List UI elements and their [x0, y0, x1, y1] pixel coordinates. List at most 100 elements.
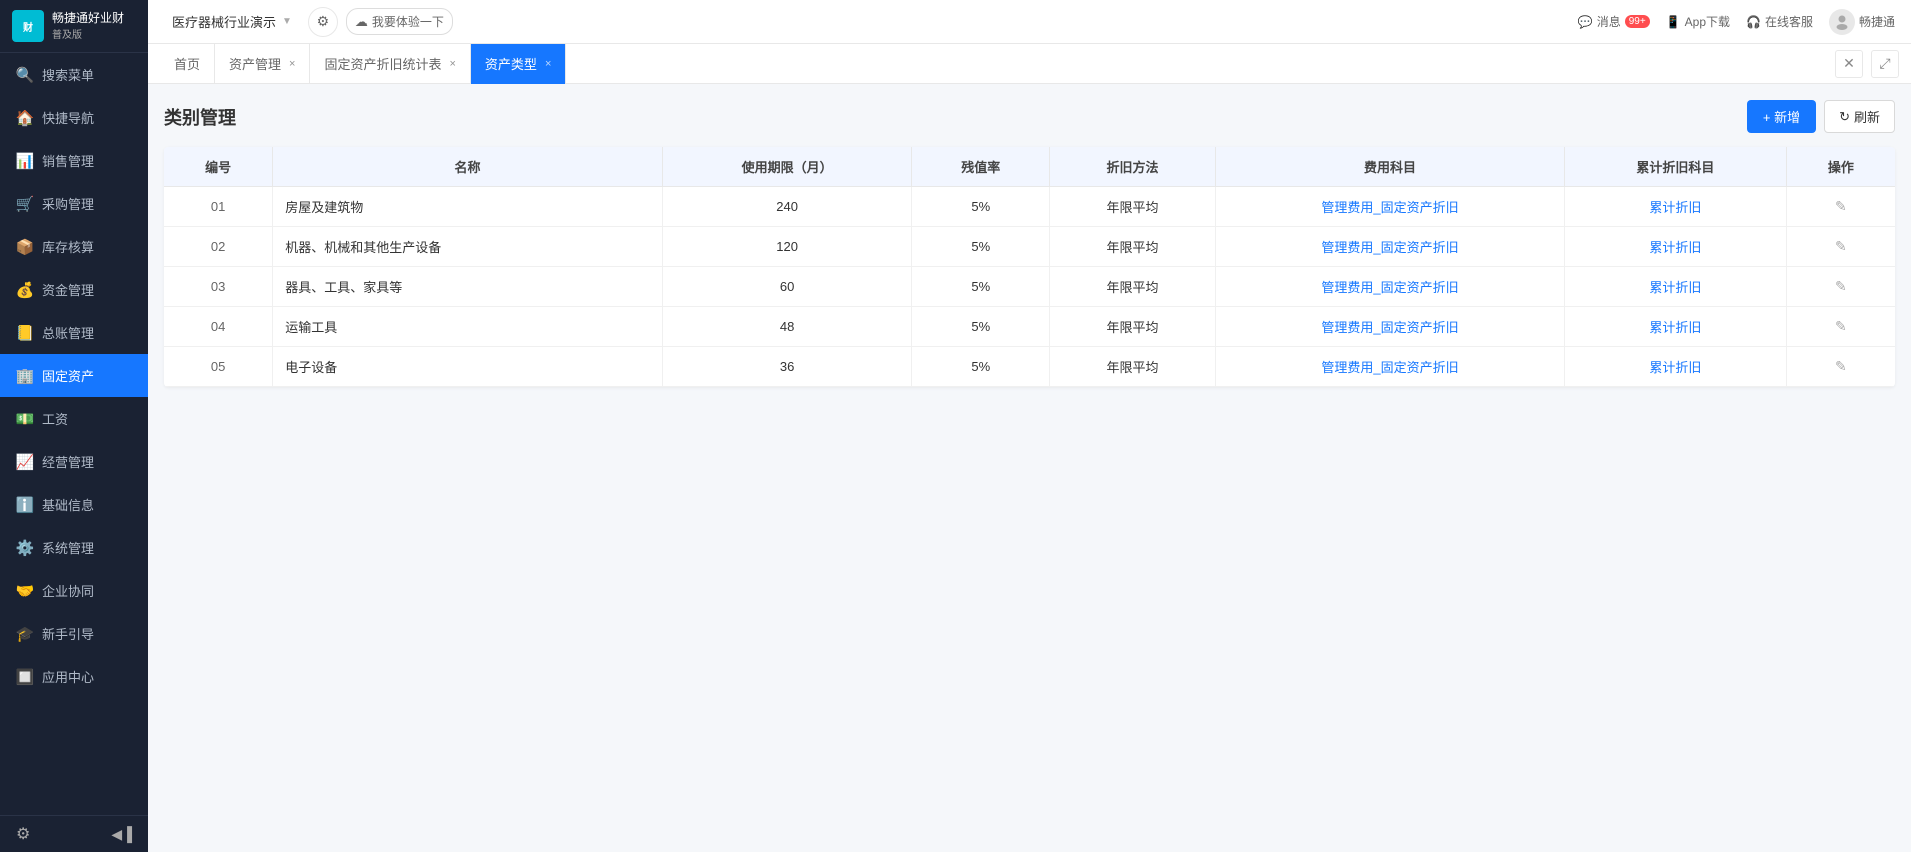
cell-method: 年限平均: [1050, 267, 1216, 307]
sidebar-label-inventory: 库存核算: [42, 237, 94, 256]
table-header-row: 编号名称使用期限（月）残值率折旧方法费用科目累计折旧科目操作: [164, 147, 1895, 187]
app-download-btn[interactable]: 📱 App下载: [1666, 13, 1730, 30]
app-version: 普及版: [52, 26, 124, 41]
cell-accumulated: 累计折旧: [1565, 227, 1787, 267]
message-btn[interactable]: 💬 消息 99+: [1578, 13, 1650, 30]
table-col-5: 费用科目: [1215, 147, 1564, 187]
sidebar-icon-quick-nav: 🏠: [16, 109, 34, 127]
sidebar-icon-app-center: 🔲: [16, 668, 34, 686]
cell-name: 电子设备: [273, 347, 663, 387]
table-col-2: 使用期限（月）: [662, 147, 912, 187]
sidebar-item-inventory[interactable]: 📦 库存核算: [0, 225, 148, 268]
sidebar-icon-operations: 📈: [16, 453, 34, 471]
tabs-right: ✕ ⤢: [1835, 50, 1911, 78]
table-row: 01房屋及建筑物2405%年限平均管理费用_固定资产折旧累计折旧✎: [164, 187, 1895, 227]
sidebar-icon-purchase: 🛒: [16, 195, 34, 213]
content-area: 类别管理 + 新增 ↻ 刷新 编号名称使用期限（月）残值率折旧方法费用科目累计折…: [148, 84, 1911, 852]
category-table: 编号名称使用期限（月）残值率折旧方法费用科目累计折旧科目操作 01房屋及建筑物2…: [164, 147, 1895, 387]
sidebar-item-quick-nav[interactable]: 🏠 快捷导航: [0, 96, 148, 139]
sidebar-icon-search: 🔍: [16, 66, 34, 84]
tab-depreciation-close[interactable]: ×: [449, 58, 455, 70]
sidebar-item-operations[interactable]: 📈 经营管理: [0, 440, 148, 483]
sidebar-label-operations: 经营管理: [42, 452, 94, 471]
category-table-container: 编号名称使用期限（月）残值率折旧方法费用科目累计折旧科目操作 01房屋及建筑物2…: [164, 147, 1895, 387]
cell-id: 04: [164, 307, 273, 347]
app-download-icon: 📱: [1666, 15, 1681, 29]
tab-asset-mgmt-label: 资产管理: [229, 54, 281, 73]
new-button[interactable]: + 新增: [1747, 100, 1816, 133]
tab-asset-type-close[interactable]: ×: [545, 58, 551, 70]
cell-residual: 5%: [912, 227, 1050, 267]
sidebar-item-system[interactable]: ⚙️ 系统管理: [0, 526, 148, 569]
cell-expense: 管理费用_固定资产折旧: [1215, 227, 1564, 267]
cell-residual: 5%: [912, 307, 1050, 347]
tab-asset-mgmt-close[interactable]: ×: [289, 58, 295, 70]
cell-action[interactable]: ✎: [1786, 347, 1895, 387]
message-label: 消息: [1597, 13, 1621, 30]
tab-home-label: 首页: [174, 54, 200, 73]
message-badge: 99+: [1625, 15, 1650, 28]
cell-action[interactable]: ✎: [1786, 187, 1895, 227]
cell-residual: 5%: [912, 267, 1050, 307]
sidebar-icon-fixed-assets: 🏢: [16, 367, 34, 385]
sidebar-label-guide: 新手引导: [42, 624, 94, 643]
sidebar-item-fixed-assets[interactable]: 🏢 固定资产: [0, 354, 148, 397]
refresh-icon: ↻: [1839, 109, 1850, 125]
cell-period: 36: [662, 347, 912, 387]
tab-depreciation[interactable]: 固定资产折旧统计表 ×: [310, 44, 470, 84]
cell-accumulated: 累计折旧: [1565, 187, 1787, 227]
cell-id: 02: [164, 227, 273, 267]
user-btn[interactable]: 畅捷通: [1829, 9, 1895, 35]
dropdown-icon: ▼: [282, 16, 292, 27]
tab-expand-btn[interactable]: ⤢: [1871, 50, 1899, 78]
sidebar-item-enterprise[interactable]: 🤝 企业协同: [0, 569, 148, 612]
sidebar-label-basic-info: 基础信息: [42, 495, 94, 514]
cell-action[interactable]: ✎: [1786, 267, 1895, 307]
sidebar-icon-system: ⚙️: [16, 539, 34, 557]
sidebar-label-quick-nav: 快捷导航: [42, 108, 94, 127]
sidebar-footer: ⚙ ◀▐: [0, 815, 148, 852]
cell-expense: 管理费用_固定资产折旧: [1215, 347, 1564, 387]
settings-icon[interactable]: ⚙: [16, 824, 30, 844]
tab-asset-mgmt[interactable]: 资产管理 ×: [215, 44, 310, 84]
sidebar-label-payroll: 工资: [42, 409, 68, 428]
sidebar-item-basic-info[interactable]: ℹ️ 基础信息: [0, 483, 148, 526]
table-row: 05电子设备365%年限平均管理费用_固定资产折旧累计折旧✎: [164, 347, 1895, 387]
sidebar-label-search: 搜索菜单: [42, 65, 94, 84]
sidebar-item-purchase[interactable]: 🛒 采购管理: [0, 182, 148, 225]
company-name: 医疗器械行业演示: [172, 12, 276, 31]
company-selector[interactable]: 医疗器械行业演示 ▼: [164, 8, 300, 35]
sidebar-item-payroll[interactable]: 💵 工资: [0, 397, 148, 440]
try-button[interactable]: ☁ 我要体验一下: [346, 8, 453, 35]
header-settings-btn[interactable]: ⚙: [308, 7, 338, 37]
cell-expense: 管理费用_固定资产折旧: [1215, 267, 1564, 307]
cell-id: 03: [164, 267, 273, 307]
cell-period: 48: [662, 307, 912, 347]
sidebar-item-search[interactable]: 🔍 搜索菜单: [0, 53, 148, 96]
sidebar-item-app-center[interactable]: 🔲 应用中心: [0, 655, 148, 698]
tab-asset-type[interactable]: 资产类型 ×: [471, 44, 566, 84]
cloud-icon: ☁: [355, 14, 368, 30]
app-download-label: App下载: [1685, 13, 1730, 30]
refresh-button[interactable]: ↻ 刷新: [1824, 100, 1895, 133]
app-name: 畅捷通好业财: [52, 11, 124, 27]
tab-home[interactable]: 首页: [164, 44, 215, 84]
sidebar-label-app-center: 应用中心: [42, 667, 94, 686]
sidebar-item-capital[interactable]: 💰 资金管理: [0, 268, 148, 311]
sidebar-icon-inventory: 📦: [16, 238, 34, 256]
tab-close-btn[interactable]: ✕: [1835, 50, 1863, 78]
customer-service-btn[interactable]: 🎧 在线客服: [1746, 13, 1813, 30]
cell-action[interactable]: ✎: [1786, 227, 1895, 267]
cell-method: 年限平均: [1050, 187, 1216, 227]
sidebar-item-ledger[interactable]: 📒 总账管理: [0, 311, 148, 354]
cell-accumulated: 累计折旧: [1565, 347, 1787, 387]
cell-action[interactable]: ✎: [1786, 307, 1895, 347]
table-col-4: 折旧方法: [1050, 147, 1216, 187]
sidebar-item-guide[interactable]: 🎓 新手引导: [0, 612, 148, 655]
sidebar-logo: 财 畅捷通好业财 普及版: [0, 0, 148, 53]
collapse-icon[interactable]: ◀▐: [111, 826, 132, 843]
cell-expense: 管理费用_固定资产折旧: [1215, 307, 1564, 347]
sidebar-icon-capital: 💰: [16, 281, 34, 299]
sidebar-icon-guide: 🎓: [16, 625, 34, 643]
sidebar-item-sales[interactable]: 📊 销售管理: [0, 139, 148, 182]
